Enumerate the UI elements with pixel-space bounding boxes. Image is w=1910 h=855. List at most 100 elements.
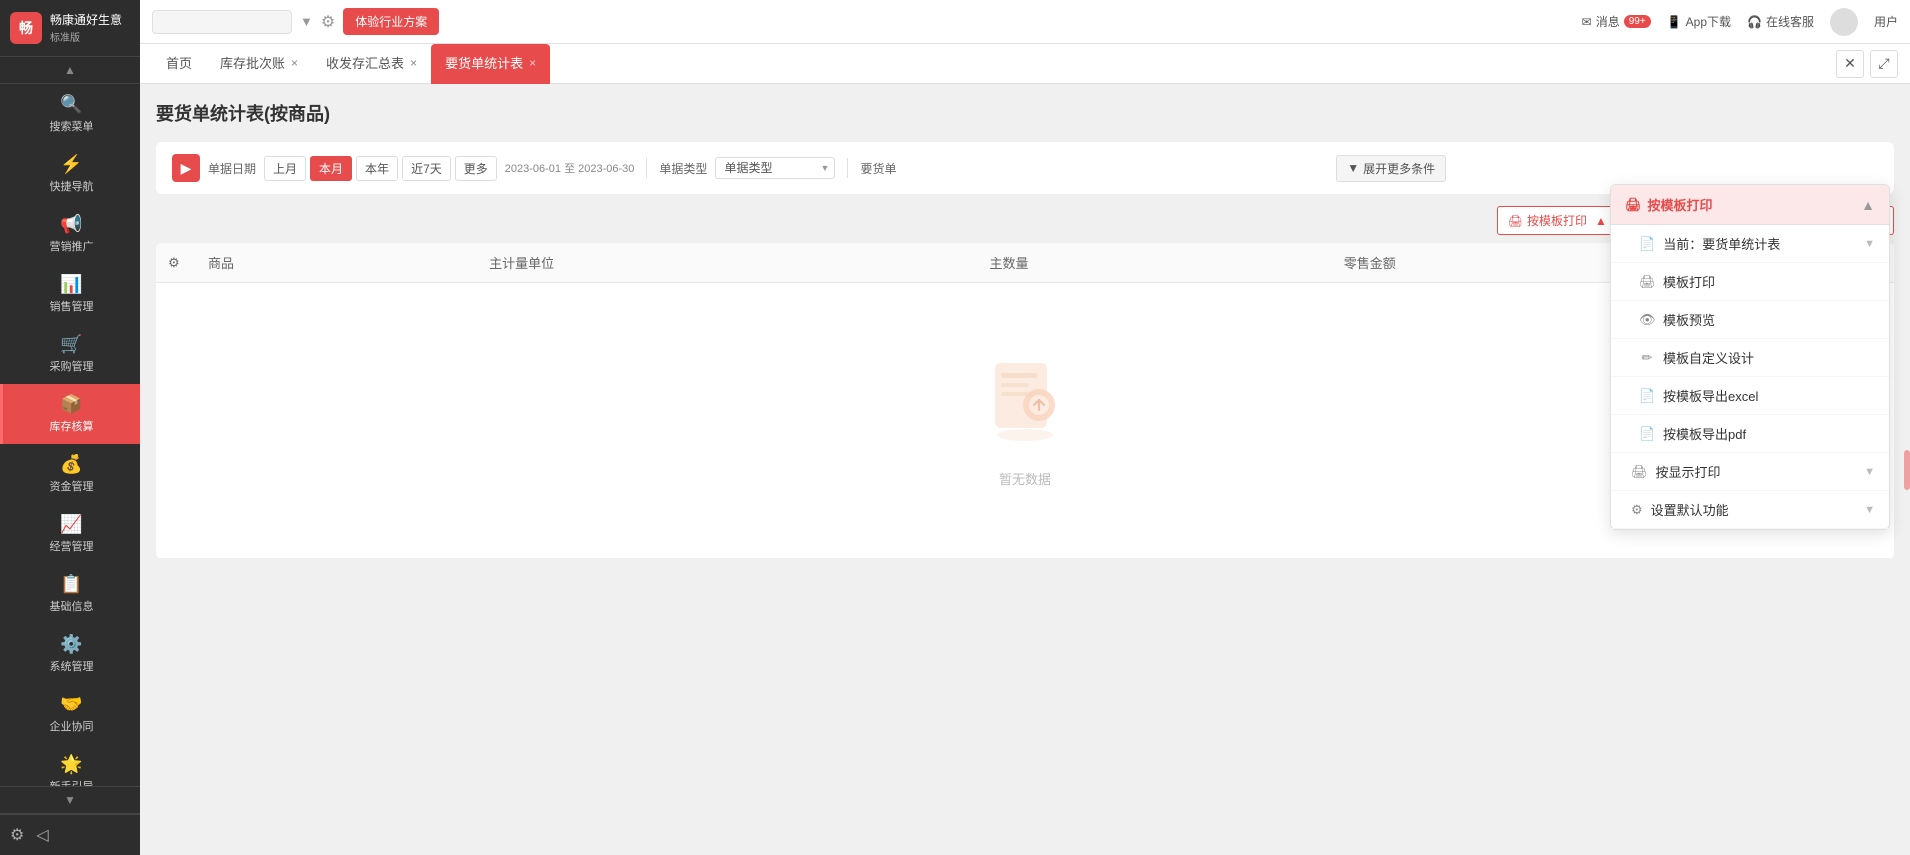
tab-inventory-batch-close[interactable]: × bbox=[291, 56, 298, 70]
message-icon: ✉ bbox=[1582, 15, 1592, 29]
sidebar-item-operations[interactable]: 📈 经营管理 bbox=[0, 504, 140, 564]
print-icon: 🖨 bbox=[1508, 214, 1523, 228]
dropdown-title: 🖨 按模板打印 bbox=[1625, 195, 1713, 214]
col-unit: 主计量单位 bbox=[477, 243, 977, 283]
date-btn-this-year[interactable]: 本年 bbox=[356, 156, 398, 181]
dropdown-item-display-print[interactable]: 🖨 按显示打印 ▼ bbox=[1611, 453, 1889, 491]
filter-toggle-btn[interactable]: ▶ bbox=[172, 154, 200, 182]
tab-inventory-batch[interactable]: 库存批次账 × bbox=[206, 44, 312, 84]
sidebar-item-sales[interactable]: 📊 销售管理 bbox=[0, 264, 140, 324]
sidebar-item-inventory[interactable]: 📦 库存核算 bbox=[0, 384, 140, 444]
filter-divider-1 bbox=[646, 158, 647, 178]
finance-icon: 💰 bbox=[60, 454, 82, 475]
dropdown-item-template-pdf[interactable]: 📄 按模板导出pdf bbox=[1611, 415, 1889, 453]
print-template-btn[interactable]: 🖨 按模板打印 ▲ bbox=[1497, 206, 1618, 235]
sidebar-bottom: ⚙ ◁ bbox=[0, 814, 140, 855]
print-dropdown-arrow: ▲ bbox=[1595, 214, 1607, 228]
sidebar-item-system[interactable]: ⚙️ 系统管理 bbox=[0, 624, 140, 684]
empty-icon bbox=[985, 353, 1065, 457]
message-item[interactable]: ✉ 消息 99+ bbox=[1582, 13, 1651, 30]
type-filter-label: 单据类型 bbox=[659, 160, 707, 177]
sidebar: 畅 畅康通好生意 标准版 ▲ 🔍 搜索菜单 ⚡ 快捷导航 📢 营销推广 📊 销售… bbox=[0, 0, 140, 855]
template-print-label: 模板打印 bbox=[1663, 272, 1715, 291]
app-download-item[interactable]: 📱 App下载 bbox=[1667, 13, 1731, 30]
template-pdf-icon: 📄 bbox=[1639, 426, 1655, 442]
tabs-right-controls: ✕ ⤢ bbox=[1836, 50, 1898, 78]
industry-solution-button[interactable]: 体验行业方案 bbox=[343, 8, 439, 35]
type-select-wrap: 单据类型 bbox=[715, 157, 835, 179]
settings-bottom-icon[interactable]: ⚙ bbox=[10, 825, 24, 845]
set-default-label: 设置默认功能 bbox=[1651, 500, 1729, 519]
sidebar-item-inventory-label: 库存核算 bbox=[50, 418, 94, 434]
sidebar-scroll-up[interactable]: ▲ bbox=[56, 61, 84, 79]
tab-order-stats-close[interactable]: × bbox=[529, 56, 536, 70]
display-print-label: 按显示打印 bbox=[1656, 462, 1721, 481]
col-settings[interactable]: ⚙ bbox=[156, 243, 196, 283]
date-btn-this-month[interactable]: 本月 bbox=[310, 156, 352, 181]
headset-icon: 🎧 bbox=[1747, 15, 1762, 29]
tab-receipts-summary[interactable]: 收发存汇总表 × bbox=[312, 44, 431, 84]
dropdown-item-template-print[interactable]: 🖨 模板打印 bbox=[1611, 263, 1889, 301]
tab-order-stats-label: 要货单统计表 bbox=[445, 53, 523, 72]
date-filter-group: 上月 本月 本年 近7天 更多 2023-06-01 至 2023-06-30 bbox=[264, 156, 634, 181]
goods-filter-label: 要货单 bbox=[860, 160, 896, 177]
app-download-label: App下载 bbox=[1686, 13, 1731, 30]
tab-close-all-icon[interactable]: ✕ bbox=[1836, 50, 1864, 78]
dropdown-current-template[interactable]: 📄 当前：要货单统计表 ▼ bbox=[1611, 225, 1889, 263]
sidebar-item-search-label: 搜索菜单 bbox=[50, 118, 94, 134]
sidebar-item-sales-label: 销售管理 bbox=[50, 298, 94, 314]
sidebar-item-guide[interactable]: 🌟 新手引导 bbox=[0, 744, 140, 786]
dropdown-item-template-excel[interactable]: 📄 按模板导出excel bbox=[1611, 377, 1889, 415]
resize-handle[interactable] bbox=[1904, 450, 1910, 490]
sidebar-item-operations-label: 经营管理 bbox=[50, 538, 94, 554]
app-logo-icon: 畅 bbox=[10, 12, 42, 44]
message-badge: 99+ bbox=[1624, 15, 1651, 28]
topbar-dropdown-arrow[interactable]: ▼ bbox=[300, 14, 313, 29]
sidebar-item-quick-nav-label: 快捷导航 bbox=[50, 178, 94, 194]
print-btn-label: 按模板打印 bbox=[1527, 212, 1587, 229]
date-btn-7days[interactable]: 近7天 bbox=[402, 156, 451, 181]
dropdown-item-set-default[interactable]: ⚙ 设置默认功能 ▼ bbox=[1611, 491, 1889, 529]
purchase-icon: 🛒 bbox=[60, 334, 82, 355]
tab-maximize-icon[interactable]: ⤢ bbox=[1870, 50, 1898, 78]
dropdown-item-template-custom[interactable]: ✏ 模板自定义设计 bbox=[1611, 339, 1889, 377]
template-custom-label: 模板自定义设计 bbox=[1663, 348, 1754, 367]
sidebar-item-marketing[interactable]: 📢 营销推广 bbox=[0, 204, 140, 264]
template-print-icon: 🖨 bbox=[1639, 274, 1655, 290]
tab-home[interactable]: 首页 bbox=[152, 44, 206, 84]
type-select[interactable]: 单据类型 bbox=[715, 157, 835, 179]
dropdown-close-btn[interactable]: ▲ bbox=[1861, 197, 1875, 213]
sidebar-item-search[interactable]: 🔍 搜索菜单 bbox=[0, 84, 140, 144]
sidebar-item-purchase[interactable]: 🛒 采购管理 bbox=[0, 324, 140, 384]
sidebar-scroll-down[interactable]: ▼ bbox=[56, 791, 84, 809]
user-avatar[interactable] bbox=[1830, 8, 1858, 36]
sidebar-item-basics-label: 基础信息 bbox=[50, 598, 94, 614]
sidebar-item-purchase-label: 采购管理 bbox=[50, 358, 94, 374]
dropdown-title-text: 按模板打印 bbox=[1648, 195, 1713, 214]
sound-bottom-icon[interactable]: ◁ bbox=[36, 825, 48, 845]
tab-receipts-summary-close[interactable]: × bbox=[410, 56, 417, 70]
message-label: 消息 bbox=[1596, 13, 1620, 30]
filter-divider-2 bbox=[847, 158, 848, 178]
sales-icon: 📊 bbox=[60, 274, 82, 295]
guide-icon: 🌟 bbox=[60, 754, 82, 775]
sidebar-item-enterprise[interactable]: 🤝 企业协同 bbox=[0, 684, 140, 744]
topbar-gear-icon[interactable]: ⚙ bbox=[321, 12, 335, 32]
topbar-search-input[interactable] bbox=[152, 10, 292, 34]
online-service-item[interactable]: 🎧 在线客服 bbox=[1747, 13, 1814, 30]
app-name: 畅康通好生意 bbox=[50, 12, 122, 29]
main-area: ▼ ⚙ 体验行业方案 ✉ 消息 99+ 📱 App下载 🎧 在线客服 用户 首页 bbox=[140, 0, 1910, 855]
sidebar-item-finance[interactable]: 💰 资金管理 bbox=[0, 444, 140, 504]
set-default-arrow: ▼ bbox=[1864, 504, 1875, 516]
sidebar-item-quick-nav[interactable]: ⚡ 快捷导航 bbox=[0, 144, 140, 204]
date-btn-more[interactable]: 更多 bbox=[455, 156, 497, 181]
sidebar-item-basics[interactable]: 📋 基础信息 bbox=[0, 564, 140, 624]
dropdown-item-template-preview[interactable]: 👁 模板预览 bbox=[1611, 301, 1889, 339]
current-template-arrow: ▼ bbox=[1864, 238, 1875, 250]
settings-gear-icon[interactable]: ⚙ bbox=[168, 255, 180, 270]
tab-order-stats[interactable]: 要货单统计表 × bbox=[431, 44, 550, 84]
date-btn-last-month[interactable]: 上月 bbox=[264, 156, 306, 181]
username-label: 用户 bbox=[1874, 13, 1898, 30]
print-dropdown-popup: 🖨 按模板打印 ▲ 📄 当前：要货单统计表 ▼ 🖨 模板打印 👁 bbox=[1610, 184, 1890, 530]
expand-filter-btn[interactable]: ▼ 展开更多条件 bbox=[1336, 155, 1446, 182]
